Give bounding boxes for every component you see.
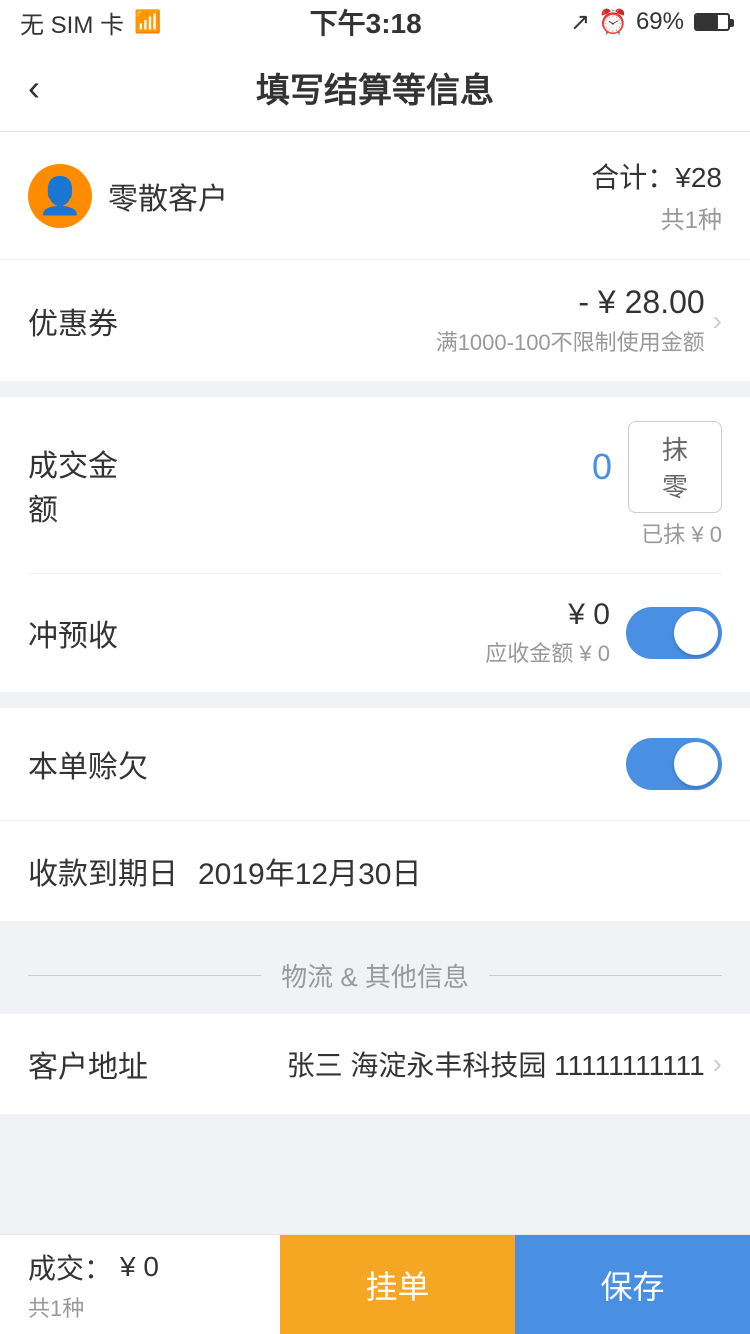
address-section: 客户地址 张三 海淀永丰科技园 11111111111 ›	[0, 1014, 750, 1114]
customer-total: 合计：¥28 共1种	[591, 156, 722, 235]
deal-label: 成交：	[28, 1247, 112, 1287]
logistics-line-left	[28, 975, 261, 976]
sim-status: 无 SIM 卡	[20, 5, 124, 40]
status-time: 下午3:18	[310, 2, 422, 42]
coupon-description: 满1000-100不限制使用金额	[436, 325, 705, 357]
alarm-icon: ⏰	[598, 8, 628, 37]
transaction-amount-label: 成交金额	[28, 441, 148, 529]
status-left: 无 SIM 卡 📶	[20, 5, 161, 40]
total-count: 共1种	[591, 200, 722, 235]
transaction-amount-input[interactable]	[148, 446, 612, 488]
logistics-line-right	[489, 975, 722, 976]
deal-amount: ¥ 0	[120, 1251, 159, 1283]
already-rounded-label: 已抹 ¥ 0	[148, 517, 722, 549]
logistics-section: 物流 & 其他信息	[0, 937, 750, 1014]
back-button[interactable]: ‹	[28, 67, 40, 109]
pending-button[interactable]: 挂单	[280, 1235, 515, 1334]
logistics-label: 物流 & 其他信息	[281, 957, 469, 994]
round-off-button[interactable]: 抹零	[628, 421, 722, 513]
transaction-amount-right: 抹零	[148, 421, 722, 513]
customer-info: 👤 零散客户	[28, 164, 228, 228]
bottom-bar: 成交： ¥ 0 共1种 挂单 保存	[0, 1234, 750, 1334]
coupon-label: 优惠券	[28, 299, 118, 343]
address-label: 客户地址	[28, 1042, 148, 1086]
due-date-row: 收款到期日 2019年12月30日	[0, 820, 750, 921]
nav-bar: ‹ 填写结算等信息	[0, 44, 750, 132]
debt-section: 本单赊欠 收款到期日 2019年12月30日	[0, 708, 750, 921]
battery-percent: 69%	[636, 8, 684, 36]
save-button[interactable]: 保存	[515, 1235, 750, 1334]
customer-row: 👤 零散客户 合计：¥28 共1种	[0, 132, 750, 259]
customer-name: 零散客户	[108, 174, 228, 218]
address-chevron-icon: ›	[713, 1048, 722, 1080]
coupon-right: - ¥ 28.00 满1000-100不限制使用金额 ›	[436, 284, 722, 357]
status-right: ↗ ⏰ 69%	[570, 8, 730, 37]
address-value: 张三 海淀永丰科技园 11111111111	[287, 1044, 705, 1084]
address-right: 张三 海淀永丰科技园 11111111111 ›	[287, 1044, 722, 1084]
due-date-label: 收款到期日	[28, 849, 178, 893]
debt-label: 本单赊欠	[28, 742, 148, 786]
due-date-value: 2019年12月30日	[198, 849, 421, 893]
status-bar: 无 SIM 卡 📶 下午3:18 ↗ ⏰ 69%	[0, 0, 750, 44]
address-row[interactable]: 客户地址 张三 海淀永丰科技园 11111111111 ›	[0, 1014, 750, 1114]
summary-deal-row: 成交： ¥ 0	[28, 1247, 252, 1287]
summary-count: 共1种	[28, 1291, 252, 1323]
transaction-section: 成交金额 抹零 已抹 ¥ 0 冲预收 ¥ 0 应收金额 ¥ 0	[0, 397, 750, 692]
transaction-amount-row: 成交金额 抹零 已抹 ¥ 0	[28, 397, 722, 574]
coupon-row[interactable]: 优惠券 - ¥ 28.00 满1000-100不限制使用金额 ›	[0, 259, 750, 381]
prepay-toggle[interactable]	[626, 607, 722, 659]
battery-icon	[694, 13, 730, 31]
chevron-right-icon: ›	[713, 305, 722, 337]
bottom-summary: 成交： ¥ 0 共1种	[0, 1247, 280, 1323]
bottom-actions: 挂单 保存	[280, 1235, 750, 1334]
avatar-icon: 👤	[38, 175, 83, 217]
debt-toggle[interactable]	[626, 738, 722, 790]
total-amount: 合计：¥28	[591, 156, 722, 196]
avatar: 👤	[28, 164, 92, 228]
prepay-label: 冲预收	[28, 611, 118, 655]
prepay-amount-col: ¥ 0 应收金额 ¥ 0	[485, 598, 610, 668]
debt-toggle-knob	[674, 742, 718, 786]
coupon-discount: - ¥ 28.00	[436, 284, 705, 321]
coupon-info: - ¥ 28.00 满1000-100不限制使用金额	[436, 284, 705, 357]
location-icon: ↗	[570, 8, 590, 37]
toggle-knob	[674, 611, 718, 655]
debt-row: 本单赊欠	[28, 708, 722, 820]
page-title: 填写结算等信息	[256, 63, 494, 112]
customer-section: 👤 零散客户 合计：¥28 共1种 优惠券 - ¥ 28.00 满1000-10…	[0, 132, 750, 381]
prepay-right: ¥ 0 应收金额 ¥ 0	[485, 598, 722, 668]
prepay-amount: ¥ 0	[485, 598, 610, 632]
wifi-icon: 📶	[134, 9, 161, 35]
prepay-row: 冲预收 ¥ 0 应收金额 ¥ 0	[28, 574, 722, 692]
receivable-label: 应收金额 ¥ 0	[485, 636, 610, 668]
